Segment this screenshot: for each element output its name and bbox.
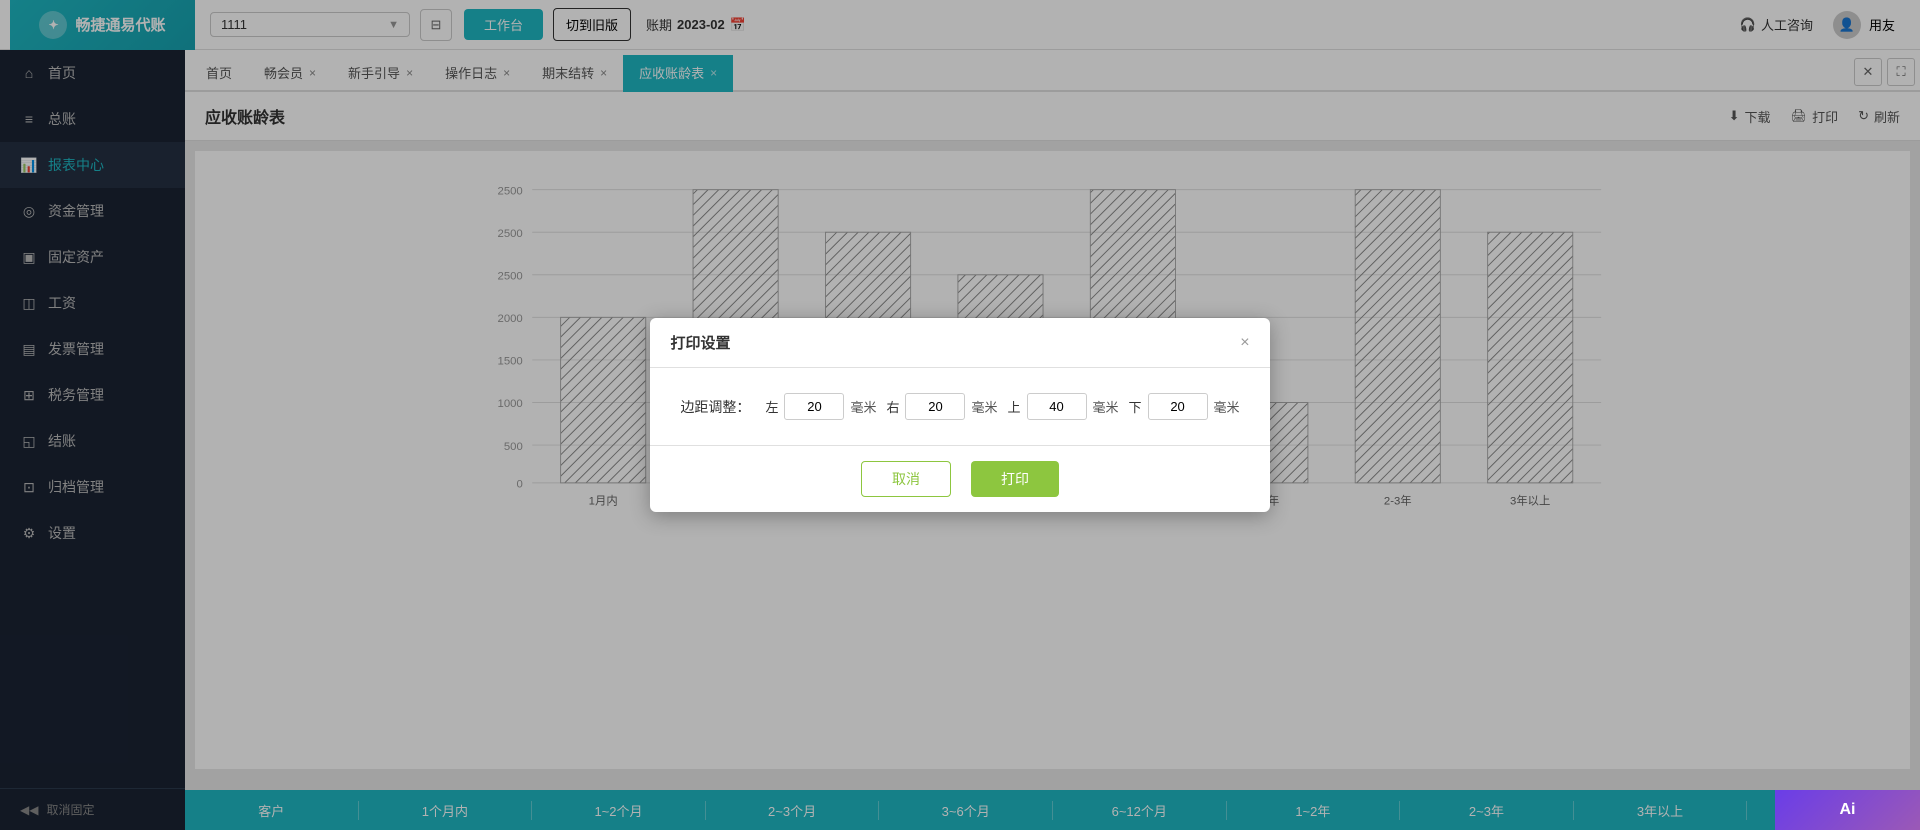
left-unit: 毫米 (850, 397, 876, 416)
dialog-header: 打印设置 × (650, 318, 1269, 368)
ai-label: Ai (1840, 801, 1856, 819)
modal-overlay: 打印设置 × 边距调整： 左 毫米 右 毫米 上 毫米 (0, 0, 1920, 830)
dialog-body: 边距调整： 左 毫米 右 毫米 上 毫米 下 (650, 368, 1269, 445)
margin-top-group: 上 毫米 (1008, 393, 1119, 420)
print-settings-dialog: 打印设置 × 边距调整： 左 毫米 右 毫米 上 毫米 (650, 318, 1269, 512)
dialog-footer: 取消 打印 (650, 445, 1269, 512)
margin-bottom-group: 下 毫米 (1129, 393, 1240, 420)
dialog-title: 打印设置 (670, 332, 730, 353)
ai-badge[interactable]: Ai (1775, 790, 1920, 830)
top-label: 上 (1008, 397, 1021, 416)
bottom-label: 下 (1129, 397, 1142, 416)
right-label: 右 (886, 397, 899, 416)
right-unit: 毫米 (971, 397, 997, 416)
margin-right-group: 右 毫米 (886, 393, 997, 420)
margin-left-group: 左 毫米 (765, 393, 876, 420)
print-confirm-button[interactable]: 打印 (971, 461, 1059, 497)
margin-settings-row: 边距调整： 左 毫米 右 毫米 上 毫米 下 (680, 393, 1239, 420)
left-label: 左 (765, 397, 778, 416)
left-margin-input[interactable] (784, 393, 844, 420)
dialog-close-button[interactable]: × (1240, 334, 1249, 352)
bottom-margin-input[interactable] (1148, 393, 1208, 420)
top-margin-input[interactable] (1027, 393, 1087, 420)
bottom-unit: 毫米 (1214, 397, 1240, 416)
top-unit: 毫米 (1093, 397, 1119, 416)
cancel-button[interactable]: 取消 (861, 461, 951, 497)
right-margin-input[interactable] (905, 393, 965, 420)
margin-label: 边距调整： (680, 397, 750, 417)
